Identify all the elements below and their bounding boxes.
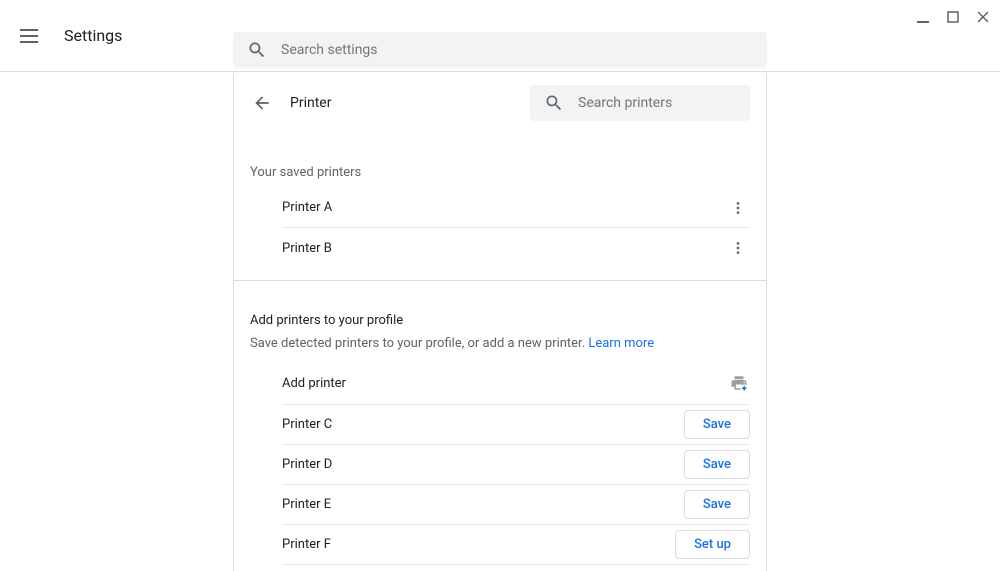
add-printers-desc-text: Save detected printers to your profile, … <box>250 336 588 351</box>
search-printers-box[interactable] <box>530 85 750 121</box>
printer-name: Printer A <box>282 200 332 215</box>
available-printer-row: Printer C Save <box>282 405 750 445</box>
saved-printers-section: Your saved printers Printer A Printer B <box>234 165 766 272</box>
printer-name: Printer B <box>282 241 332 256</box>
add-printers-title: Add printers to your profile <box>250 313 750 328</box>
search-settings-input[interactable] <box>281 42 753 58</box>
search-icon <box>544 93 564 113</box>
available-printer-row: Printer E Save <box>282 485 750 525</box>
available-printers-list: Add printer Printer C Save Printer D Sav… <box>282 363 750 571</box>
more-options-button[interactable] <box>726 196 750 220</box>
search-icon <box>247 40 267 60</box>
more-options-button[interactable] <box>726 236 750 260</box>
saved-printers-list: Printer A Printer B <box>282 188 750 268</box>
learn-more-link[interactable]: Learn more <box>588 336 654 351</box>
app-title: Settings <box>64 26 122 45</box>
printer-name: Printer E <box>282 497 331 512</box>
add-printer-label: Add printer <box>282 376 346 391</box>
panel-header: Printer <box>234 73 766 133</box>
add-printer-icon <box>730 374 750 394</box>
section-divider <box>234 280 766 281</box>
available-printer-row: Printer G Set up <box>282 565 750 571</box>
back-button[interactable] <box>250 91 274 115</box>
available-printer-row: Printer F Set up <box>282 525 750 565</box>
close-button[interactable] <box>974 8 992 26</box>
add-printers-description: Save detected printers to your profile, … <box>250 336 750 351</box>
minimize-button[interactable] <box>914 8 932 26</box>
saved-printers-title: Your saved printers <box>250 165 750 180</box>
search-settings-box[interactable] <box>233 32 767 68</box>
search-printers-input[interactable] <box>578 95 736 111</box>
add-printers-section: Add printers to your profile Save detect… <box>234 313 766 571</box>
maximize-button[interactable] <box>944 8 962 26</box>
panel-title: Printer <box>290 95 331 111</box>
printer-settings-panel: Printer Your saved printers Printer A Pr… <box>233 73 767 571</box>
setup-button[interactable]: Set up <box>675 530 750 559</box>
menu-icon[interactable] <box>20 24 44 48</box>
window-controls <box>914 8 992 26</box>
save-button[interactable]: Save <box>684 450 750 479</box>
available-printer-row: Printer D Save <box>282 445 750 485</box>
save-button[interactable]: Save <box>684 410 750 439</box>
saved-printer-row: Printer A <box>282 188 750 228</box>
saved-printer-row: Printer B <box>282 228 750 268</box>
printer-name: Printer F <box>282 537 331 552</box>
save-button[interactable]: Save <box>684 490 750 519</box>
printer-name: Printer C <box>282 417 332 432</box>
add-printer-row[interactable]: Add printer <box>282 363 750 405</box>
printer-name: Printer D <box>282 457 332 472</box>
